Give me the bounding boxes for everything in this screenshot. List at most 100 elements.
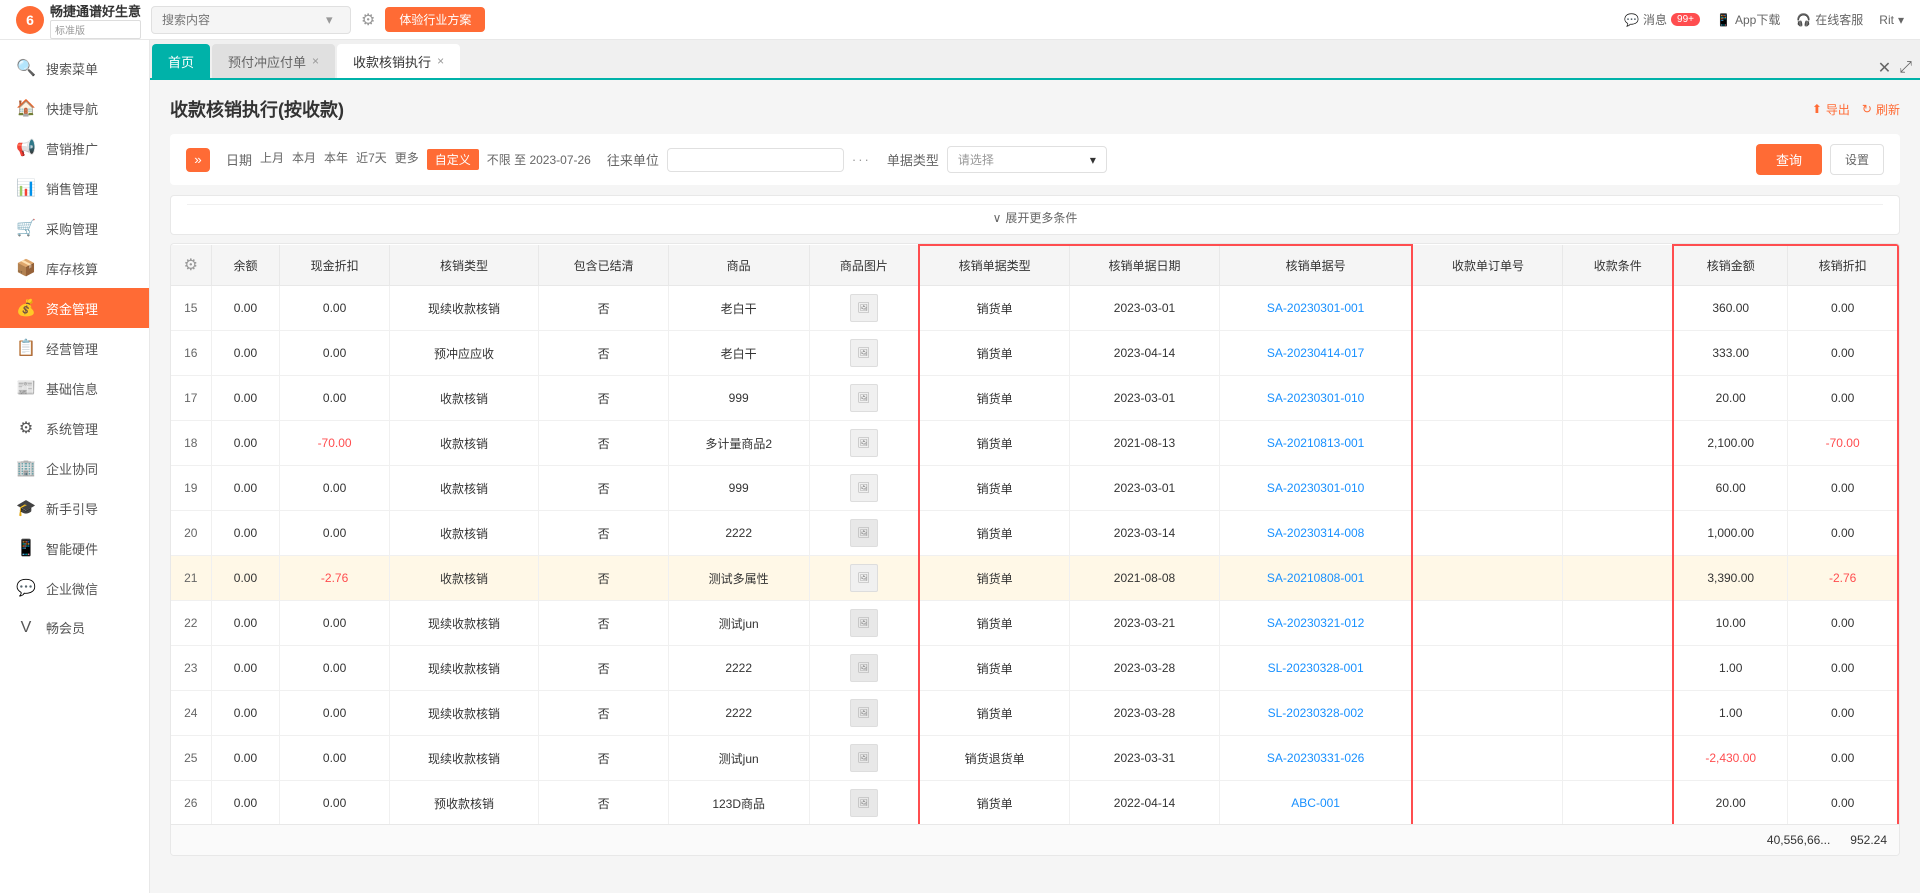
write-off-number-link[interactable]: SL-20230328-002 — [1268, 706, 1364, 720]
chevron-down-icon[interactable]: ▾ — [326, 12, 333, 28]
sidebar-item-business[interactable]: 📋 经营管理 — [0, 328, 149, 368]
date-this-year[interactable]: 本年 — [324, 149, 348, 170]
date-7days[interactable]: 近7天 — [356, 149, 387, 170]
sidebar-item-vip[interactable]: V 畅会员 — [0, 608, 149, 647]
search-input[interactable] — [162, 13, 322, 27]
write-off-number-link[interactable]: ABC-001 — [1291, 796, 1340, 810]
filter-settings-btn[interactable]: 设置 — [1830, 144, 1884, 175]
sidebar-label-inventory: 库存核算 — [46, 259, 98, 278]
td-write-off-discount: 0.00 — [1788, 466, 1898, 511]
td-write-off-number: SA-20230321-012 — [1219, 601, 1412, 646]
tab-home[interactable]: 首页 — [152, 44, 210, 78]
write-off-number-link[interactable]: SA-20230331-026 — [1267, 751, 1364, 765]
query-btn[interactable]: 查询 — [1756, 144, 1822, 175]
td-write-off-discount: 0.00 — [1788, 736, 1898, 781]
online-service-item[interactable]: 🎧 在线客服 — [1796, 11, 1863, 28]
footer-write-off-discount: 952.24 — [1850, 833, 1887, 847]
td-balance: 0.00 — [211, 376, 280, 421]
td-include-settled: 否 — [539, 691, 668, 736]
sidebar-item-purchase[interactable]: 🛒 采购管理 — [0, 208, 149, 248]
from-unit-input[interactable] — [667, 148, 844, 172]
app-download-item[interactable]: 📱 App下载 — [1716, 11, 1780, 28]
sidebar: 🔍 搜索菜单 🏠 快捷导航 📢 营销推广 📊 销售管理 🛒 采购管理 📦 库存核… — [0, 40, 150, 893]
td-product: 测试jun — [668, 736, 809, 781]
sidebar-item-search-menu[interactable]: 🔍 搜索菜单 — [0, 48, 149, 88]
th-balance: 余额 — [211, 245, 280, 286]
th-write-off-type: 核销类型 — [389, 245, 539, 286]
message-item[interactable]: 💬 消息 99+ — [1624, 11, 1700, 28]
sidebar-item-smart-hw[interactable]: 📱 智能硬件 — [0, 528, 149, 568]
td-receipt-order-no — [1412, 556, 1562, 601]
sidebar-item-system[interactable]: ⚙ 系统管理 — [0, 408, 149, 448]
td-cash-discount: 0.00 — [280, 691, 389, 736]
prepay-tab-close[interactable]: × — [312, 54, 319, 68]
th-settings[interactable]: ⚙ — [171, 245, 211, 286]
industry-btn[interactable]: 体验行业方案 — [385, 7, 485, 32]
table-settings-icon[interactable]: ⚙ — [184, 255, 198, 275]
write-off-number-link[interactable]: SA-20230414-017 — [1267, 346, 1364, 360]
td-balance: 0.00 — [211, 736, 280, 781]
sidebar-item-enterprise-wx[interactable]: 💬 企业微信 — [0, 568, 149, 608]
export-btn[interactable]: ⬆ 导出 — [1812, 101, 1850, 118]
write-off-number-link[interactable]: SA-20230321-012 — [1267, 616, 1364, 630]
td-write-off-date: 2022-04-14 — [1070, 781, 1220, 825]
user-area[interactable]: Rit ▾ — [1879, 13, 1904, 27]
table-row: 24 0.00 0.00 现续收款核销 否 2222 🖼 销货单 2023-03… — [171, 691, 1898, 736]
headset-icon: 🎧 — [1796, 13, 1811, 27]
td-write-off-date: 2023-03-28 — [1070, 691, 1220, 736]
sidebar-item-basic-info[interactable]: 📰 基础信息 — [0, 368, 149, 408]
product-thumb-icon: 🖼 — [850, 429, 878, 457]
filter-expand-btn[interactable]: » — [186, 148, 210, 172]
sidebar-item-marketing[interactable]: 📢 营销推广 — [0, 128, 149, 168]
write-off-number-link[interactable]: SA-20210813-001 — [1267, 436, 1364, 450]
td-product-image: 🖼 — [809, 601, 919, 646]
td-write-off-discount: 0.00 — [1788, 781, 1898, 825]
date-this-month[interactable]: 本月 — [292, 149, 316, 170]
td-write-off-number: SA-20230301-001 — [1219, 286, 1412, 331]
sidebar-item-inventory[interactable]: 📦 库存核算 — [0, 248, 149, 288]
receipt-type-select[interactable]: 请选择 ▾ — [947, 146, 1107, 173]
search-bar[interactable]: ▾ — [151, 6, 351, 34]
receipt-tab-close[interactable]: × — [437, 54, 444, 68]
date-more[interactable]: 更多 — [395, 149, 419, 170]
expand-tab-btn[interactable]: ⤢ — [1899, 59, 1912, 77]
sidebar-item-sales[interactable]: 📊 销售管理 — [0, 168, 149, 208]
td-write-off-bill-type: 销货单 — [919, 466, 1069, 511]
from-unit-dots[interactable]: ··· — [852, 152, 871, 167]
td-receipt-order-no — [1412, 286, 1562, 331]
td-balance: 0.00 — [211, 601, 280, 646]
write-off-number-link[interactable]: SA-20230301-010 — [1267, 481, 1364, 495]
tab-receipt-writeoff[interactable]: 收款核销执行 × — [337, 44, 460, 78]
close-tab-btn[interactable]: ✕ — [1878, 58, 1891, 78]
td-product-image: 🖼 — [809, 736, 919, 781]
td-write-off-discount: 0.00 — [1788, 691, 1898, 736]
td-product-image: 🖼 — [809, 421, 919, 466]
th-cash-discount: 现金折扣 — [280, 245, 389, 286]
write-off-number-link[interactable]: SL-20230328-001 — [1268, 661, 1364, 675]
sidebar-label-system: 系统管理 — [46, 419, 98, 438]
sidebar-item-enterprise[interactable]: 🏢 企业协同 — [0, 448, 149, 488]
write-off-number-link[interactable]: SA-20210808-001 — [1267, 571, 1364, 585]
expand-more-btn[interactable]: ∨ 展开更多条件 — [187, 204, 1883, 230]
td-write-off-amount: 360.00 — [1673, 286, 1788, 331]
sidebar-item-beginner[interactable]: 🎓 新手引导 — [0, 488, 149, 528]
sidebar-item-quick-nav[interactable]: 🏠 快捷导航 — [0, 88, 149, 128]
write-off-number-link[interactable]: SA-20230301-001 — [1267, 301, 1364, 315]
td-write-off-amount: 20.00 — [1673, 376, 1788, 421]
date-last-month[interactable]: 上月 — [260, 149, 284, 170]
td-write-off-bill-type: 销货单 — [919, 511, 1069, 556]
td-write-off-bill-type: 销货单 — [919, 286, 1069, 331]
app-logo-icon: 6 — [16, 6, 44, 34]
sidebar-item-finance[interactable]: 💰 资金管理 — [0, 288, 149, 328]
td-write-off-date: 2023-03-01 — [1070, 466, 1220, 511]
tab-prepay[interactable]: 预付冲应付单 × — [212, 44, 335, 78]
td-write-off-number: SA-20230414-017 — [1219, 331, 1412, 376]
td-write-off-amount: 333.00 — [1673, 331, 1788, 376]
refresh-btn[interactable]: ↻ 刷新 — [1862, 101, 1900, 118]
settings-top-icon[interactable]: ⚙ — [361, 10, 375, 30]
date-custom[interactable]: 自定义 — [427, 149, 479, 170]
write-off-number-link[interactable]: SA-20230301-010 — [1267, 391, 1364, 405]
td-include-settled: 否 — [539, 556, 668, 601]
write-off-number-link[interactable]: SA-20230314-008 — [1267, 526, 1364, 540]
table-wrapper[interactable]: ⚙ 余额 现金折扣 核销类型 包含已结清 商品 商品图片 核销单据类型 核销单据… — [171, 244, 1899, 824]
